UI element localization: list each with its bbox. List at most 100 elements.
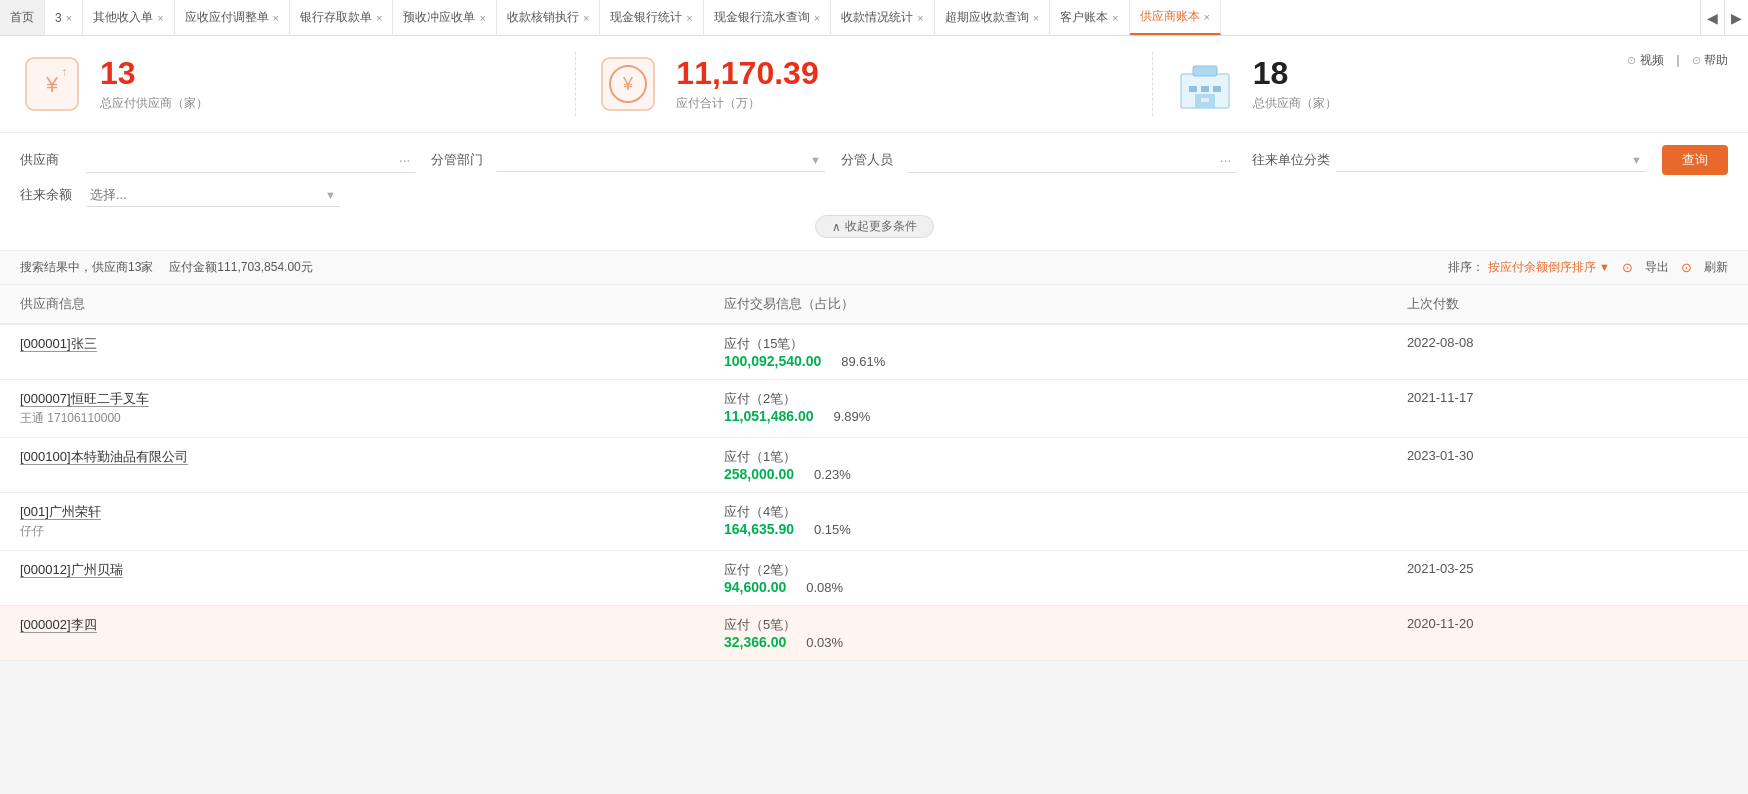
nav-tab-customer-ledger-label: 客户账本 [1060,9,1108,26]
summary-bar: ¥ ↑ 13 总应付供应商（家） ¥ 11,170.39 应付合计（万） [0,36,1748,133]
th-tx-info: 应付交易信息（占比） [704,285,1387,324]
tx-amount[interactable]: 100,092,540.00 [724,353,821,369]
nav-tab-customer-ledger[interactable]: 客户账本 × [1050,0,1129,35]
person-input[interactable] [911,152,1216,167]
supplier-link[interactable]: [001]广州荣轩 [20,504,101,520]
dept-input[interactable] [501,152,811,167]
nav-tab-supplier-ledger-close[interactable]: × [1204,11,1210,23]
nav-tab-customer-ledger-close[interactable]: × [1112,12,1118,24]
category-input-container[interactable]: ▼ [1336,148,1647,172]
results-bar-right: 排序： 按应付余额倒序排序 ▼ ⊙ 导出 ⊙ 刷新 [1448,259,1728,276]
nav-tab-prepay-close[interactable]: × [479,12,485,24]
summary-card-payable-content: 13 总应付供应商（家） [100,56,208,112]
export-button[interactable]: 导出 [1645,259,1669,276]
category-label: 往来单位分类 [1252,151,1330,169]
supplier-link[interactable]: [000100]本特勤油品有限公司 [20,449,188,465]
results-summary-1: 搜索结果中，供应商13家 [20,259,153,276]
supplier-link[interactable]: [000007]恒旺二手叉车 [20,391,149,407]
balance-label: 往来余额 [20,186,80,204]
nav-tab-cash-flow-label: 现金银行流水查询 [714,9,810,26]
search-button[interactable]: 查询 [1662,145,1728,175]
person-label: 分管人员 [841,151,901,169]
video-link[interactable]: ⊙ 视频 [1627,52,1663,69]
svg-text:↑: ↑ [61,65,67,79]
category-dropdown-icon[interactable]: ▼ [1631,154,1642,166]
nav-left-arrow[interactable]: ◀ [1700,0,1724,36]
svg-rect-7 [1193,66,1217,76]
nav-tab-receipt-stat[interactable]: 收款情况统计 × [831,0,934,35]
nav-tab-3[interactable]: 3 × [45,0,83,35]
refresh-button[interactable]: 刷新 [1704,259,1728,276]
separator: ｜ [1672,52,1684,69]
dept-input-container[interactable]: ▼ [497,148,826,172]
supplier-link[interactable]: [000002]李四 [20,617,97,633]
filter-dept: 分管部门 ▼ [431,148,826,172]
balance-input[interactable] [90,187,325,202]
tx-percent: 0.15% [814,522,851,537]
tx-label: 应付（2笔） [724,390,1367,408]
results-bar: 搜索结果中，供应商13家 应付金额111,703,854.00元 排序： 按应付… [0,251,1748,285]
tx-amount[interactable]: 94,600.00 [724,579,786,595]
balance-dropdown-icon[interactable]: ▼ [325,189,336,201]
nav-tab-other-income[interactable]: 其他收入单 × [83,0,174,35]
supplier-input-container[interactable]: ··· [86,148,415,173]
nav-tab-adjustment[interactable]: 应收应付调整单 × [175,0,290,35]
tx-amount[interactable]: 11,051,486.00 [724,408,814,424]
top-right-links: ⊙ 视频 ｜ ⊙ 帮助 [1627,52,1728,69]
person-input-container[interactable]: ··· [907,148,1236,173]
dept-dropdown-icon[interactable]: ▼ [810,154,821,166]
collapse-button[interactable]: ∧ 收起更多条件 [815,215,934,238]
nav-tab-cash-stat[interactable]: 现金银行统计 × [600,0,703,35]
payable-suppliers-number: 13 [100,56,208,91]
nav-tab-collection[interactable]: 收款核销执行 × [497,0,600,35]
supplier-link[interactable]: [000012]广州贝瑞 [20,562,123,578]
tx-info-cell: 应付（2笔）11,051,486.00 9.89% [704,380,1387,438]
sort-dropdown-icon[interactable]: ▼ [1599,261,1610,273]
nav-right-arrow[interactable]: ▶ [1724,0,1748,36]
help-link[interactable]: ⊙ 帮助 [1692,52,1728,69]
nav-tab-receipt-stat-close[interactable]: × [917,12,923,24]
nav-tab-bank-label: 银行存取款单 [300,9,372,26]
last-date-cell: 2022-08-08 [1387,324,1748,380]
main-table: 供应商信息 应付交易信息（占比） 上次付数 [000001]张三应付（15笔）1… [0,285,1748,661]
tx-amount[interactable]: 164,635.90 [724,521,794,537]
table-row: [000001]张三应付（15笔）100,092,540.0089.61%202… [0,324,1748,380]
nav-tab-cash-flow-close[interactable]: × [814,12,820,24]
nav-tab-cash-stat-close[interactable]: × [686,12,692,24]
nav-tab-bank[interactable]: 银行存取款单 × [290,0,393,35]
supplier-ellipsis-icon[interactable]: ··· [399,152,411,168]
tx-label: 应付（1笔） [724,448,1367,466]
tx-percent: 0.08% [806,580,843,595]
supplier-link[interactable]: [000001]张三 [20,336,97,352]
table-row: [000012]广州贝瑞应付（2笔）94,600.000.08%2021-03-… [0,551,1748,606]
tx-amount[interactable]: 258,000.00 [724,466,794,482]
nav-tab-supplier-ledger[interactable]: 供应商账本 × [1130,0,1221,35]
nav-tab-home[interactable]: 首页 [0,0,45,35]
tx-label: 应付（5笔） [724,616,1367,634]
tx-label: 应付（2笔） [724,561,1367,579]
supplier-sub: 王通 17106110000 [20,410,684,427]
tx-amount[interactable]: 32,366.00 [724,634,786,650]
export-icon: ⊙ [1622,260,1633,275]
nav-tab-overdue-close[interactable]: × [1033,12,1039,24]
balance-input-container[interactable]: ▼ [86,183,340,207]
th-supplier-info: 供应商信息 [0,285,704,324]
tx-percent: 9.89% [833,409,870,424]
person-ellipsis-icon[interactable]: ··· [1220,152,1232,168]
nav-tab-3-close[interactable]: × [66,12,72,24]
nav-tab-cash-flow[interactable]: 现金银行流水查询 × [704,0,831,35]
nav-tab-adjustment-close[interactable]: × [273,12,279,24]
sort-label: 排序： 按应付余额倒序排序 ▼ [1448,259,1610,276]
supplier-info-cell: [000007]恒旺二手叉车王通 17106110000 [0,380,704,438]
nav-tab-other-income-close[interactable]: × [157,12,163,24]
nav-tab-collection-close[interactable]: × [583,12,589,24]
category-input[interactable] [1340,152,1632,167]
supplier-input[interactable] [90,152,395,167]
nav-tab-adjustment-label: 应收应付调整单 [185,9,269,26]
nav-tab-overdue[interactable]: 超期应收款查询 × [935,0,1050,35]
results-bar-left: 搜索结果中，供应商13家 应付金额111,703,854.00元 [20,259,313,276]
nav-tab-bank-close[interactable]: × [376,12,382,24]
nav-tab-prepay[interactable]: 预收冲应收单 × [393,0,496,35]
table-body: [000001]张三应付（15笔）100,092,540.0089.61%202… [0,324,1748,661]
tx-row: 258,000.000.23% [724,466,1367,482]
